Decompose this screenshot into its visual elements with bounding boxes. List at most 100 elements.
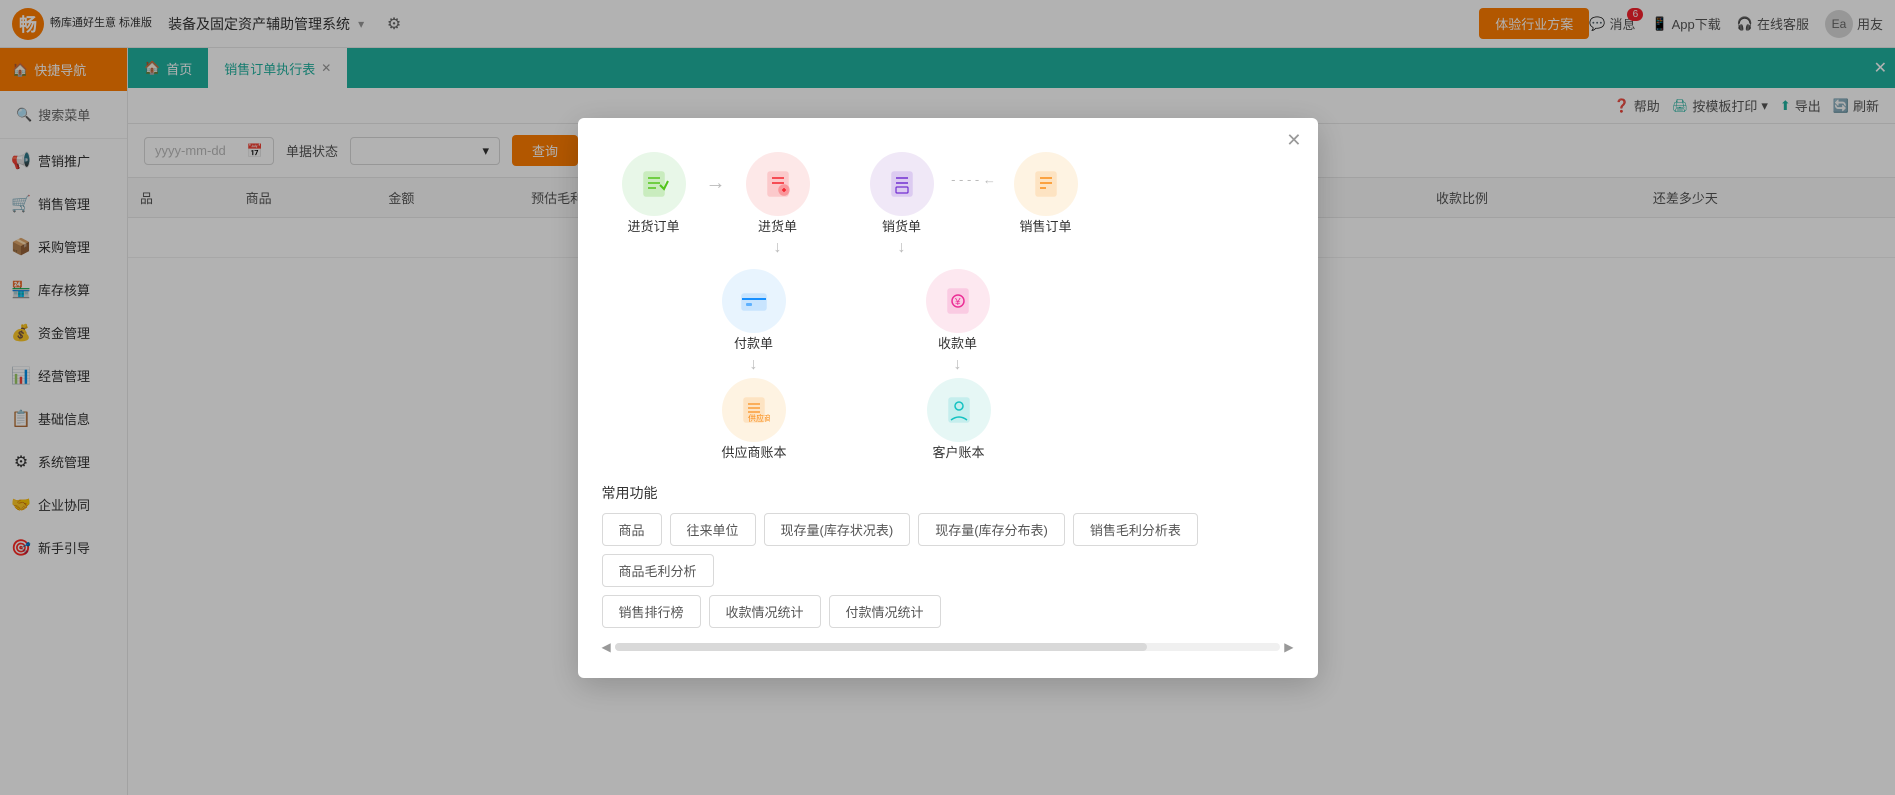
search-icon: 🔍 <box>16 107 32 123</box>
logo-icon: 畅 <box>12 8 44 40</box>
export-icon: ⬆ <box>1780 98 1791 114</box>
func-btn-goods-margin[interactable]: 商品毛利分析 <box>602 554 714 587</box>
flow-node-purchase-order[interactable]: 进货订单 <box>622 152 686 235</box>
sidebar-item-purchase[interactable]: 📦 采购管理 <box>0 225 127 268</box>
sales-invoice-label: 销货单 <box>882 216 921 235</box>
func-btn-stock-dist[interactable]: 现存量(库存分布表) <box>918 513 1065 546</box>
payment-label: 付款单 <box>734 333 773 352</box>
refresh-button[interactable]: 🔄 刷新 <box>1833 96 1879 115</box>
basic-icon: 📋 <box>12 410 30 428</box>
export-button[interactable]: ⬆ 导出 <box>1780 96 1821 115</box>
col-header-pin: 品 <box>128 178 234 218</box>
try-industry-button[interactable]: 体验行业方案 <box>1479 8 1589 39</box>
func-btn-goods[interactable]: 商品 <box>602 513 662 546</box>
print-icon: 🖨 <box>1672 98 1689 114</box>
common-functions: 常用功能 商品 往来单位 现存量(库存状况表) 现存量(库存分布表) 销售毛利分… <box>602 483 1294 628</box>
func-btn-stock-status[interactable]: 现存量(库存状况表) <box>764 513 911 546</box>
sidebar-item-guide[interactable]: 🎯 新手引导 <box>0 526 127 569</box>
col-header-days-left: 还差多少天 <box>1641 178 1895 218</box>
sidebar-item-operations[interactable]: 📊 经营管理 <box>0 354 127 397</box>
user-menu[interactable]: Ea 用友 <box>1825 10 1883 38</box>
status-select[interactable]: ▾ <box>350 137 500 165</box>
message-badge: 6 <box>1627 8 1643 21</box>
sales-invoice-circle <box>870 152 934 216</box>
top-bar: 畅 畅库通好生意 标准版 装备及固定资产辅助管理系统 ▾ ⚙ 体验行业方案 💬 … <box>0 0 1895 48</box>
app-icon: 📱 <box>1651 16 1667 32</box>
flow-node-sales-invoice[interactable]: 销货单 ↓ <box>870 152 934 261</box>
marketing-icon: 📢 <box>12 152 30 170</box>
receipt-label: 收款单 <box>938 333 977 352</box>
modal-scrollbar[interactable]: ◀ ▶ <box>602 640 1294 654</box>
quick-nav[interactable]: 🏠 快捷导航 <box>0 48 127 91</box>
sidebar-item-marketing[interactable]: 📢 营销推广 <box>0 139 127 182</box>
purchase-label: 进货单 <box>758 216 797 235</box>
arrow-purchase-to-payment: ↓ <box>774 239 782 257</box>
online-service-button[interactable]: 🎧 在线客服 <box>1737 14 1809 33</box>
payment-circle <box>722 269 786 333</box>
func-btn-receipt-stats[interactable]: 收款情况统计 <box>709 595 821 628</box>
app-download-button[interactable]: 📱 App下载 <box>1651 14 1720 33</box>
logo-text: 畅库通好生意 标准版 <box>50 16 152 30</box>
service-icon: 🎧 <box>1737 16 1753 32</box>
select-chevron-icon: ▾ <box>482 143 489 159</box>
template-print-button[interactable]: 🖨 按模板打印 ▾ <box>1672 96 1768 115</box>
customer-ledger-label: 客户账本 <box>933 442 985 461</box>
sidebar-item-basic[interactable]: 📋 基础信息 <box>0 397 127 440</box>
func-btn-payment-stats[interactable]: 付款情况统计 <box>829 595 941 628</box>
system-title: 装备及固定资产辅助管理系统 ▾ ⚙ <box>168 10 1479 38</box>
sidebar: 🏠 快捷导航 🔍 搜索菜单 📢 营销推广 🛒 销售管理 <box>0 48 128 795</box>
customer-ledger-circle <box>927 378 991 442</box>
flow-node-purchase[interactable]: 进货单 ↓ <box>746 152 810 261</box>
sidebar-item-system[interactable]: ⚙ 系统管理 <box>0 440 127 483</box>
close-all-tabs-button[interactable]: ✕ <box>1874 58 1887 78</box>
inventory-icon: 🏪 <box>12 281 30 299</box>
purchase-circle <box>746 152 810 216</box>
guide-icon: 🎯 <box>12 539 30 557</box>
tab-sales-order-exec[interactable]: 销售订单执行表 ✕ <box>208 48 347 88</box>
flow-node-payment[interactable]: 付款单 ↓ <box>722 269 786 378</box>
col-header-goods: 商品 <box>234 178 377 218</box>
sidebar-search[interactable]: 🔍 搜索菜单 <box>0 91 127 139</box>
func-buttons-row2: 销售排行榜 收款情况统计 付款情况统计 <box>602 595 1294 628</box>
func-buttons-row1: 商品 往来单位 现存量(库存状况表) 现存量(库存分布表) 销售毛利分析表 商品… <box>602 513 1294 587</box>
spacer-mid <box>810 152 870 188</box>
date-from-input[interactable]: yyyy-mm-dd 📅 <box>144 137 274 165</box>
flow-node-supplier-ledger[interactable]: 供应商 供应商账本 <box>722 378 787 461</box>
sidebar-item-finance[interactable]: 💰 资金管理 <box>0 311 127 354</box>
receipt-circle: ¥ <box>926 269 990 333</box>
func-btn-partners[interactable]: 往来单位 <box>670 513 756 546</box>
modal-close-button[interactable]: ✕ <box>1286 130 1301 151</box>
scroll-left-arrow[interactable]: ◀ <box>602 640 611 654</box>
scroll-thumb[interactable] <box>615 643 1147 651</box>
func-btn-sales-margin[interactable]: 销售毛利分析表 <box>1073 513 1198 546</box>
scroll-right-arrow[interactable]: ▶ <box>1284 640 1293 654</box>
arrow-purchase-to-purchasebill: → <box>686 152 746 195</box>
tab-home[interactable]: 🏠 首页 <box>128 48 208 88</box>
settings-icon[interactable]: ⚙ <box>380 10 408 38</box>
help-button[interactable]: ❓ 帮助 <box>1614 96 1660 115</box>
func-btn-sales-rank[interactable]: 销售排行榜 <box>602 595 701 628</box>
flow-node-customer-ledger[interactable]: 客户账本 <box>927 378 991 461</box>
col-header-amount: 金额 <box>376 178 519 218</box>
system-icon: ⚙ <box>12 453 30 471</box>
top-right-actions: 💬 消息 6 📱 App下载 🎧 在线客服 Ea 用友 <box>1589 10 1883 38</box>
enterprise-icon: 🤝 <box>12 496 30 514</box>
message-button[interactable]: 💬 消息 6 <box>1589 14 1635 33</box>
sidebar-item-inventory[interactable]: 🏪 库存核算 <box>0 268 127 311</box>
purchase-order-label: 进货订单 <box>627 216 679 235</box>
home-tab-icon: 🏠 <box>144 60 160 76</box>
sidebar-item-sales[interactable]: 🛒 销售管理 <box>0 182 127 225</box>
chevron-down-icon[interactable]: ▾ <box>358 17 364 31</box>
sales-order-circle <box>1014 152 1078 216</box>
svg-text:¥: ¥ <box>954 297 961 308</box>
flow-node-receipt[interactable]: ¥ 收款单 ↓ <box>926 269 990 378</box>
sidebar-item-enterprise[interactable]: 🤝 企业协同 <box>0 483 127 526</box>
tab-close-icon[interactable]: ✕ <box>321 61 331 75</box>
search-button[interactable]: 查询 <box>512 135 578 166</box>
sidebar-nav: 📢 营销推广 🛒 销售管理 📦 采购管理 🏪 库存核算 💰 资金管 <box>0 139 127 795</box>
supplier-ledger-circle: 供应商 <box>722 378 786 442</box>
finance-icon: 💰 <box>12 324 30 342</box>
arrow-receipt-to-customer: ↓ <box>954 356 962 374</box>
flow-node-sales-order[interactable]: 销售订单 <box>1014 152 1078 235</box>
flow-diagram: 进货订单 → <box>602 142 1294 471</box>
